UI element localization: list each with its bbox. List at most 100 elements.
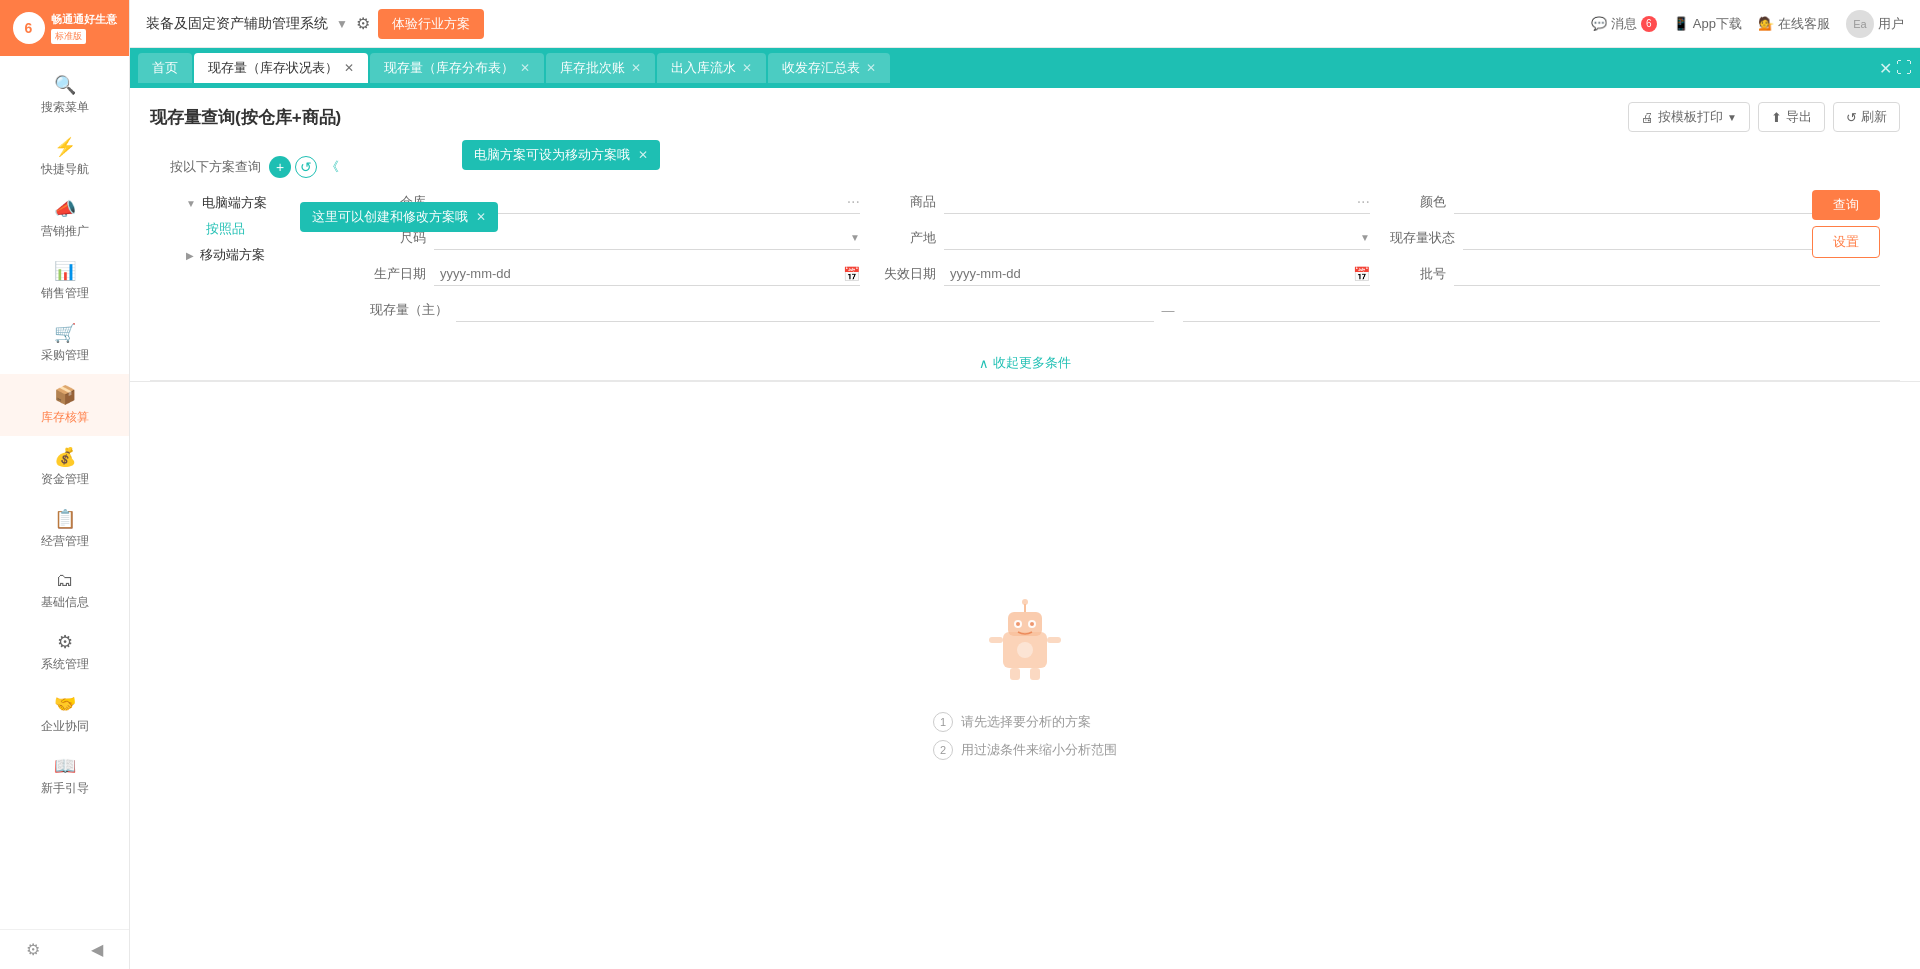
- filter-row-4: 现存量（主） —: [370, 298, 1880, 322]
- collapse-more-btn[interactable]: ∧ 收起更多条件: [170, 346, 1880, 380]
- warehouse-dots-icon[interactable]: ···: [847, 193, 860, 211]
- app-download-label: App下载: [1693, 15, 1742, 33]
- user-area[interactable]: Ea 用户: [1846, 10, 1904, 38]
- svg-rect-1: [1008, 612, 1042, 636]
- tab-home[interactable]: 首页: [138, 53, 192, 83]
- export-btn[interactable]: ⬆ 导出: [1758, 102, 1825, 132]
- sidebar-item-enterprise[interactable]: 🤝 企业协同: [0, 683, 129, 745]
- refresh-icon: ↺: [1846, 110, 1857, 125]
- sidebar-item-quick-nav[interactable]: ⚡ 快捷导航: [0, 126, 129, 188]
- message-badge: 6: [1641, 16, 1657, 32]
- stock-main-from[interactable]: [456, 298, 1154, 322]
- settings-footer-icon[interactable]: ⚙: [26, 940, 40, 959]
- batch-input[interactable]: [1454, 262, 1880, 286]
- tab-home-label: 首页: [152, 59, 178, 77]
- tip-text-1: 请先选择要分析的方案: [961, 713, 1091, 731]
- stock-status-select[interactable]: [1463, 226, 1870, 249]
- tab-in-out-flow[interactable]: 出入库流水 ✕: [657, 53, 766, 83]
- expire-date-calendar-icon[interactable]: 📅: [1353, 266, 1370, 282]
- sidebar-item-inventory[interactable]: 📦 库存核算: [0, 374, 129, 436]
- sidebar-item-marketing[interactable]: 📣 营销推广: [0, 188, 129, 250]
- sidebar-nav: 🔍 搜索菜单 ⚡ 快捷导航 📣 营销推广 📊 销售管理 🛒 采购管理 📦 库存核…: [0, 56, 129, 929]
- expire-date-label: 失效日期: [880, 265, 936, 283]
- filter-row-3: 生产日期 📅 失效日期 �: [370, 262, 1880, 286]
- sidebar-item-label-sales: 销售管理: [41, 285, 89, 302]
- online-service-btn[interactable]: 💁 在线客服: [1758, 15, 1830, 33]
- tooltip-create-scheme-close[interactable]: ✕: [476, 210, 486, 224]
- sidebar-item-purchase[interactable]: 🛒 采购管理: [0, 312, 129, 374]
- tab-inventory-dist-label: 现存量（库存分布表）: [384, 59, 514, 77]
- sidebar-item-label-operations: 经营管理: [41, 533, 89, 550]
- close-all-tabs-icon[interactable]: ✕: [1879, 59, 1892, 78]
- scheme-desktop-label: 电脑端方案: [202, 194, 267, 212]
- tab-receipt-summary[interactable]: 收发存汇总表 ✕: [768, 53, 890, 83]
- sidebar-item-label-guide: 新手引导: [41, 780, 89, 797]
- back-scheme-btn[interactable]: 《: [321, 156, 343, 178]
- sidebar-item-sales[interactable]: 📊 销售管理: [0, 250, 129, 312]
- origin-dropdown-icon[interactable]: ▼: [1360, 232, 1370, 243]
- query-btn[interactable]: 查询: [1812, 190, 1880, 220]
- sidebar-item-label-search: 搜索菜单: [41, 99, 89, 116]
- expire-date-from[interactable]: [944, 262, 1349, 285]
- goods-dots-icon[interactable]: ···: [1357, 193, 1370, 211]
- stock-main-to[interactable]: [1183, 298, 1881, 322]
- print-btn[interactable]: 🖨 按模板打印 ▼: [1628, 102, 1750, 132]
- svg-rect-9: [1047, 637, 1061, 643]
- system-dropdown-icon[interactable]: ▼: [336, 17, 348, 31]
- enterprise-icon: 🤝: [54, 693, 76, 715]
- stock-main-label: 现存量（主）: [370, 301, 448, 319]
- size-dropdown-icon[interactable]: ▼: [850, 232, 860, 243]
- add-scheme-btn[interactable]: +: [269, 156, 291, 178]
- avatar-text: Ea: [1853, 18, 1866, 30]
- tooltip-create-scheme-text: 这里可以创建和修改方案哦: [312, 208, 468, 226]
- industry-btn[interactable]: 体验行业方案: [378, 9, 484, 39]
- tabbar-actions: ✕ ⛶: [1879, 59, 1912, 78]
- tab-inventory-status-close[interactable]: ✕: [344, 61, 354, 75]
- origin-select[interactable]: [944, 226, 1360, 249]
- tab-receipt-summary-close[interactable]: ✕: [866, 61, 876, 75]
- refresh-scheme-btn[interactable]: ↺: [295, 156, 317, 178]
- filter-row-1: 仓库 ··· 商品 ···: [370, 190, 1880, 214]
- tab-in-out-flow-label: 出入库流水: [671, 59, 736, 77]
- prod-date-from[interactable]: [434, 262, 839, 285]
- tab-inventory-status[interactable]: 现存量（库存状况表） ✕: [194, 53, 368, 83]
- color-select[interactable]: [1454, 190, 1870, 213]
- collapse-sidebar-icon[interactable]: ◀: [91, 940, 103, 959]
- tab-inventory-dist[interactable]: 现存量（库存分布表） ✕: [370, 53, 544, 83]
- message-btn[interactable]: 💬 消息 6: [1591, 15, 1657, 33]
- basic-icon: 🗂: [56, 570, 74, 591]
- sidebar-item-operations[interactable]: 📋 经营管理: [0, 498, 129, 560]
- sidebar-item-search-menu[interactable]: 🔍 搜索菜单: [0, 64, 129, 126]
- sidebar-item-system[interactable]: ⚙ 系统管理: [0, 621, 129, 683]
- scheme-mobile-label: 移动端方案: [200, 246, 265, 264]
- tab-inventory-dist-close[interactable]: ✕: [520, 61, 530, 75]
- sidebar-item-label-quick: 快捷导航: [41, 161, 89, 178]
- tooltip-scheme-name-close[interactable]: ✕: [638, 148, 648, 162]
- print-label: 按模板打印: [1658, 108, 1723, 126]
- svg-rect-11: [1030, 668, 1040, 680]
- origin-label: 产地: [880, 229, 936, 247]
- goods-input[interactable]: [944, 190, 1357, 213]
- expire-date-wrapper: 📅: [944, 262, 1370, 286]
- reset-btn[interactable]: 设置: [1812, 226, 1880, 258]
- expand-tabs-icon[interactable]: ⛶: [1896, 59, 1912, 77]
- tab-batch-account-close[interactable]: ✕: [631, 61, 641, 75]
- online-service-label: 在线客服: [1778, 15, 1830, 33]
- sidebar-item-finance[interactable]: 💰 资金管理: [0, 436, 129, 498]
- tab-in-out-flow-close[interactable]: ✕: [742, 61, 752, 75]
- tooltip-scheme-name: 电脑方案可设为移动方案哦 ✕: [462, 140, 660, 170]
- sidebar-item-basic[interactable]: 🗂 基础信息: [0, 560, 129, 621]
- svg-point-7: [1022, 599, 1028, 605]
- tab-batch-account-label: 库存批次账: [560, 59, 625, 77]
- filter-icons: + ↺ 《: [269, 156, 343, 178]
- app-download-btn[interactable]: 📱 App下载: [1673, 15, 1742, 33]
- settings-icon[interactable]: ⚙: [356, 14, 370, 33]
- filter-section: 电脑方案可设为移动方案哦 ✕ 这里可以创建和修改方案哦 ✕ 按以下方案查询 + …: [150, 144, 1900, 381]
- desktop-arrow-icon: ▼: [186, 198, 196, 209]
- sidebar-item-guide[interactable]: 📖 新手引导: [0, 745, 129, 807]
- page-title: 现存量查询(按仓库+商品): [150, 106, 341, 129]
- tab-batch-account[interactable]: 库存批次账 ✕: [546, 53, 655, 83]
- prod-date-calendar-icon[interactable]: 📅: [843, 266, 860, 282]
- refresh-btn[interactable]: ↺ 刷新: [1833, 102, 1900, 132]
- scheme-mobile[interactable]: ▶ 移动端方案: [178, 242, 362, 268]
